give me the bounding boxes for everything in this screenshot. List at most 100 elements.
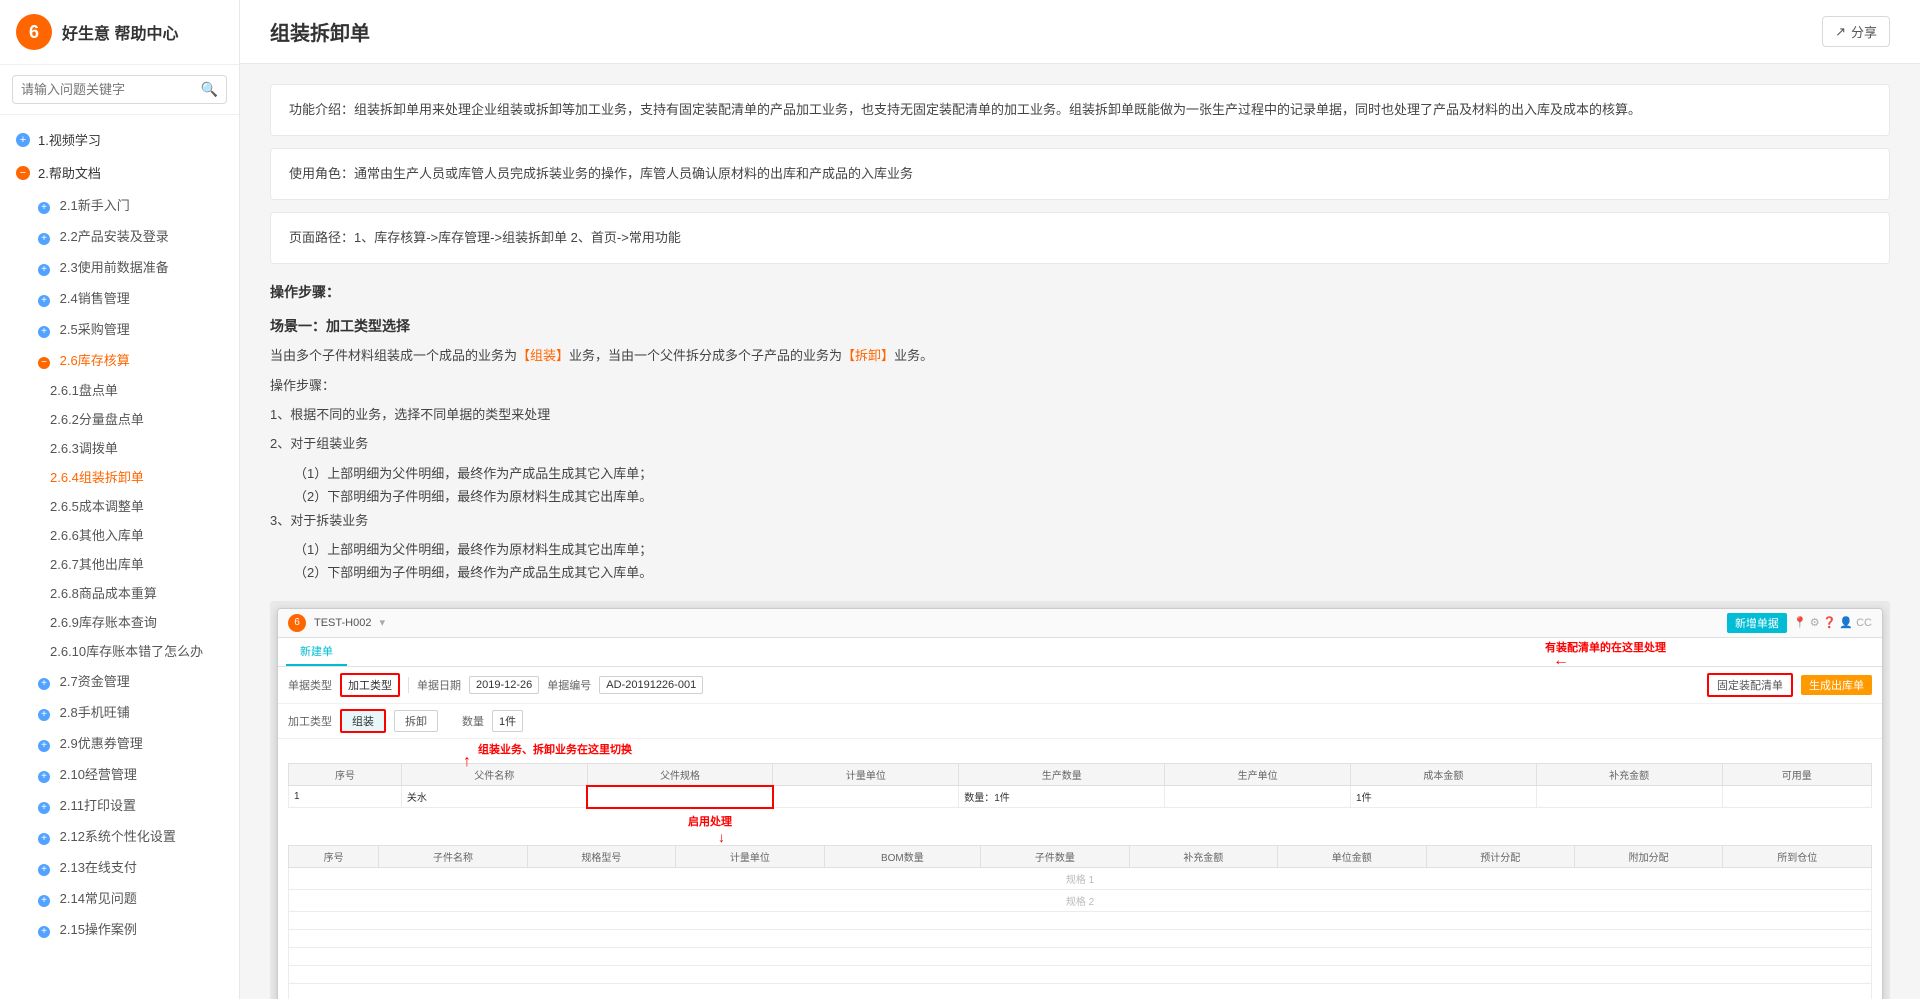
sidebar-item-transfer[interactable]: 2.6.3调拨单 <box>0 433 239 462</box>
th2-unit: 计量单位 <box>676 845 824 867</box>
sidebar-item-cases[interactable]: + 2.15操作案例 <box>0 913 239 944</box>
sidebar-section-1-label: 1.视频学习 <box>38 130 101 149</box>
page-title: 组装拆卸单 <box>270 17 370 46</box>
steps-title: 操作步骤： <box>270 374 1890 397</box>
screenshot-wrapper: 6 TEST-H002 ▾ 新增单据 📍 ⚙ ❓ 👤 CC 新建单 <box>271 602 1889 999</box>
sidebar-item-purchase[interactable]: + 2.5采购管理 <box>0 313 239 344</box>
screenshot-container: 6 TEST-H002 ▾ 新增单据 📍 ⚙ ❓ 👤 CC 新建单 <box>270 601 1890 999</box>
step-1-2: 2、对于组装业务 <box>270 432 1890 455</box>
mock-bottom-table: 序号 子件名称 规格型号 计量单位 BOM数量 子件数量 补充金额 单位金额 预… <box>288 845 1872 999</box>
th-prod-unit: 生产单位 <box>1165 763 1351 786</box>
scene-one-desc: 当由多个子件材料组装成一个成品的业务为【组装】业务，当由一个父件拆分成多个子产品… <box>270 344 1890 367</box>
sidebar-item-stock-error[interactable]: 2.6.10库存账本错了怎么办 <box>0 636 239 665</box>
step-1-2-1: （1）上部明细为父件明细，最终作为产成品生成其它入库单； <box>270 462 1890 485</box>
logo-area: 6 好生意 帮助中心 <box>0 0 239 65</box>
share-icon: ↗ <box>1835 24 1846 40</box>
sidebar-item-coupon[interactable]: + 2.9优惠券管理 <box>0 727 239 758</box>
sidebar-item-cost-recalc[interactable]: 2.6.8商品成本重算 <box>0 578 239 607</box>
form-field-type[interactable]: 加工类型 <box>340 673 400 697</box>
mock-type-row: 加工类型 组装 拆卸 数量 1件 <box>278 704 1882 739</box>
th-seq: 序号 <box>289 763 402 786</box>
sidebar-item-other-out[interactable]: 2.6.7其他出库单 <box>0 549 239 578</box>
td-row-4 <box>289 929 1872 947</box>
form-field-no[interactable]: AD-20191226-001 <box>599 676 703 694</box>
sidebar-item-settings[interactable]: + 2.12系统个性化设置 <box>0 820 239 851</box>
mock-window: 6 TEST-H002 ▾ 新增单据 📍 ⚙ ❓ 👤 CC 新建单 <box>277 608 1883 999</box>
th2-supp: 补充金额 <box>1129 845 1277 867</box>
divider <box>408 677 409 693</box>
sidebar-item-beginner[interactable]: + 2.1新手入门 <box>0 189 239 220</box>
sidebar-item-finance[interactable]: + 2.7资金管理 <box>0 665 239 696</box>
type-option-assembly[interactable]: 组装 <box>340 709 386 733</box>
mock-middle-annotation: 启用处理 ↓ <box>278 813 1882 845</box>
plus-icon-27: + <box>38 678 50 690</box>
search-input[interactable] <box>21 82 201 97</box>
step-1-2-2: （2）下部明细为子件明细，最终作为原材料生成其它出库单。 <box>270 485 1890 508</box>
sidebar-item-assembly[interactable]: 2.6.4组装拆卸单 <box>0 462 239 491</box>
share-button[interactable]: ↗ 分享 <box>1822 16 1890 47</box>
sidebar-item-stock-query[interactable]: 2.6.9库存账本查询 <box>0 607 239 636</box>
mock-tab-new[interactable]: 新建单 <box>286 638 347 666</box>
app-icon-small: 6 <box>288 614 306 632</box>
td-cost-1: 1件 <box>1351 786 1537 808</box>
form-label-date: 单据日期 <box>417 677 461 693</box>
main-content: 组装拆卸单 ↗ 分享 功能介绍：组装拆卸单用来处理企业组装或拆卸等加工业务，支持… <box>240 0 1920 999</box>
sidebar-item-print[interactable]: + 2.11打印设置 <box>0 789 239 820</box>
minus-icon: − <box>16 166 30 180</box>
logo-text: 好生意 帮助中心 <box>62 20 178 44</box>
title-bar-right: 新增单据 📍 ⚙ ❓ 👤 CC <box>1727 613 1872 633</box>
plus-icon-211: + <box>38 802 50 814</box>
search-icon[interactable]: 🔍 <box>201 81 218 98</box>
sidebar-item-partial-count[interactable]: 2.6.2分量盘点单 <box>0 404 239 433</box>
td-row-2-2: 规格 2 <box>289 889 1872 911</box>
th-supp: 补充金额 <box>1536 763 1722 786</box>
form-btn-action[interactable]: 生成出库单 <box>1801 675 1872 695</box>
annotation-arrow-up: ↑ <box>463 753 471 771</box>
mock-top-table-area: 组装业务、拆卸业务在这里切换 ↑ 序号 父件名称 父件规格 计量单位 生产数量 <box>278 739 1882 809</box>
step-1-3-2: （2）下部明细为子件明细，最终作为产成品生成其它入库单。 <box>270 561 1890 584</box>
sidebar-item-other-in[interactable]: 2.6.6其他入库单 <box>0 520 239 549</box>
plus-icon-28: + <box>38 709 50 721</box>
plus-icon-21: + <box>38 202 50 214</box>
sidebar-item-data-prep[interactable]: + 2.3使用前数据准备 <box>0 251 239 282</box>
form-field-date[interactable]: 2019-12-26 <box>469 676 539 694</box>
sidebar-item-faq[interactable]: + 2.14常见问题 <box>0 882 239 913</box>
main-header: 组装拆卸单 ↗ 分享 <box>240 0 1920 64</box>
th2-location: 所到仓位 <box>1723 845 1872 867</box>
minus-icon-26: − <box>38 357 50 369</box>
plus-icon-29: + <box>38 740 50 752</box>
sidebar-item-operations[interactable]: + 2.10经营管理 <box>0 758 239 789</box>
th2-spec: 规格型号 <box>527 845 675 867</box>
sidebar-item-install[interactable]: + 2.2产品安装及登录 <box>0 220 239 251</box>
mock-icons-area: 📍 ⚙ ❓ 👤 CC <box>1793 616 1872 629</box>
td-row-3 <box>289 911 1872 929</box>
plus-icon-210: + <box>38 771 50 783</box>
plus-icon-214: + <box>38 895 50 907</box>
sidebar-item-sales[interactable]: + 2.4销售管理 <box>0 282 239 313</box>
sidebar-item-stocktake[interactable]: 2.6.1盘点单 <box>0 375 239 404</box>
info-block-path: 页面路径：1、库存核算->库存管理->组装拆卸单 2、首页->常用功能 <box>270 212 1890 264</box>
count-field[interactable]: 1件 <box>492 710 523 732</box>
sidebar-item-cost-adjust[interactable]: 2.6.5成本调整单 <box>0 491 239 520</box>
form-btn-fixed-bom[interactable]: 固定装配清单 <box>1707 673 1793 697</box>
sidebar-item-payment[interactable]: + 2.13在线支付 <box>0 851 239 882</box>
search-box: 🔍 <box>12 75 227 104</box>
sidebar-item-help-docs[interactable]: − 2.帮助文档 <box>0 156 239 189</box>
th-cost: 成本金额 <box>1351 763 1537 786</box>
td-unit-1 <box>773 786 959 808</box>
annotation-enable-label: 启用处理 <box>688 813 1872 829</box>
nav-tree: + 1.视频学习 − 2.帮助文档 + 2.1新手入门 + 2.2产品安装及登录 <box>0 115 239 999</box>
plus-icon-212: + <box>38 833 50 845</box>
plus-icon: + <box>16 133 30 147</box>
sidebar-item-video-learning[interactable]: + 1.视频学习 <box>0 123 239 156</box>
mock-new-doc-btn[interactable]: 新增单据 <box>1727 613 1787 633</box>
type-option-disassembly[interactable]: 拆卸 <box>394 710 438 732</box>
mock-window-title: 6 TEST-H002 ▾ 新增单据 📍 ⚙ ❓ 👤 CC <box>278 609 1882 638</box>
td-spec-1[interactable] <box>587 786 773 808</box>
sidebar-item-mobile[interactable]: + 2.8手机旺铺 <box>0 696 239 727</box>
th-prod-qty: 生产数量 <box>959 763 1165 786</box>
td-prodqty-1: 数量：1件 <box>959 786 1165 808</box>
td-name-1: 关水 <box>401 786 587 808</box>
content-area: 功能介绍：组装拆卸单用来处理企业组装或拆卸等加工业务，支持有固定装配清单的产品加… <box>240 64 1920 999</box>
sidebar-item-inventory[interactable]: − 2.6库存核算 <box>0 344 239 375</box>
